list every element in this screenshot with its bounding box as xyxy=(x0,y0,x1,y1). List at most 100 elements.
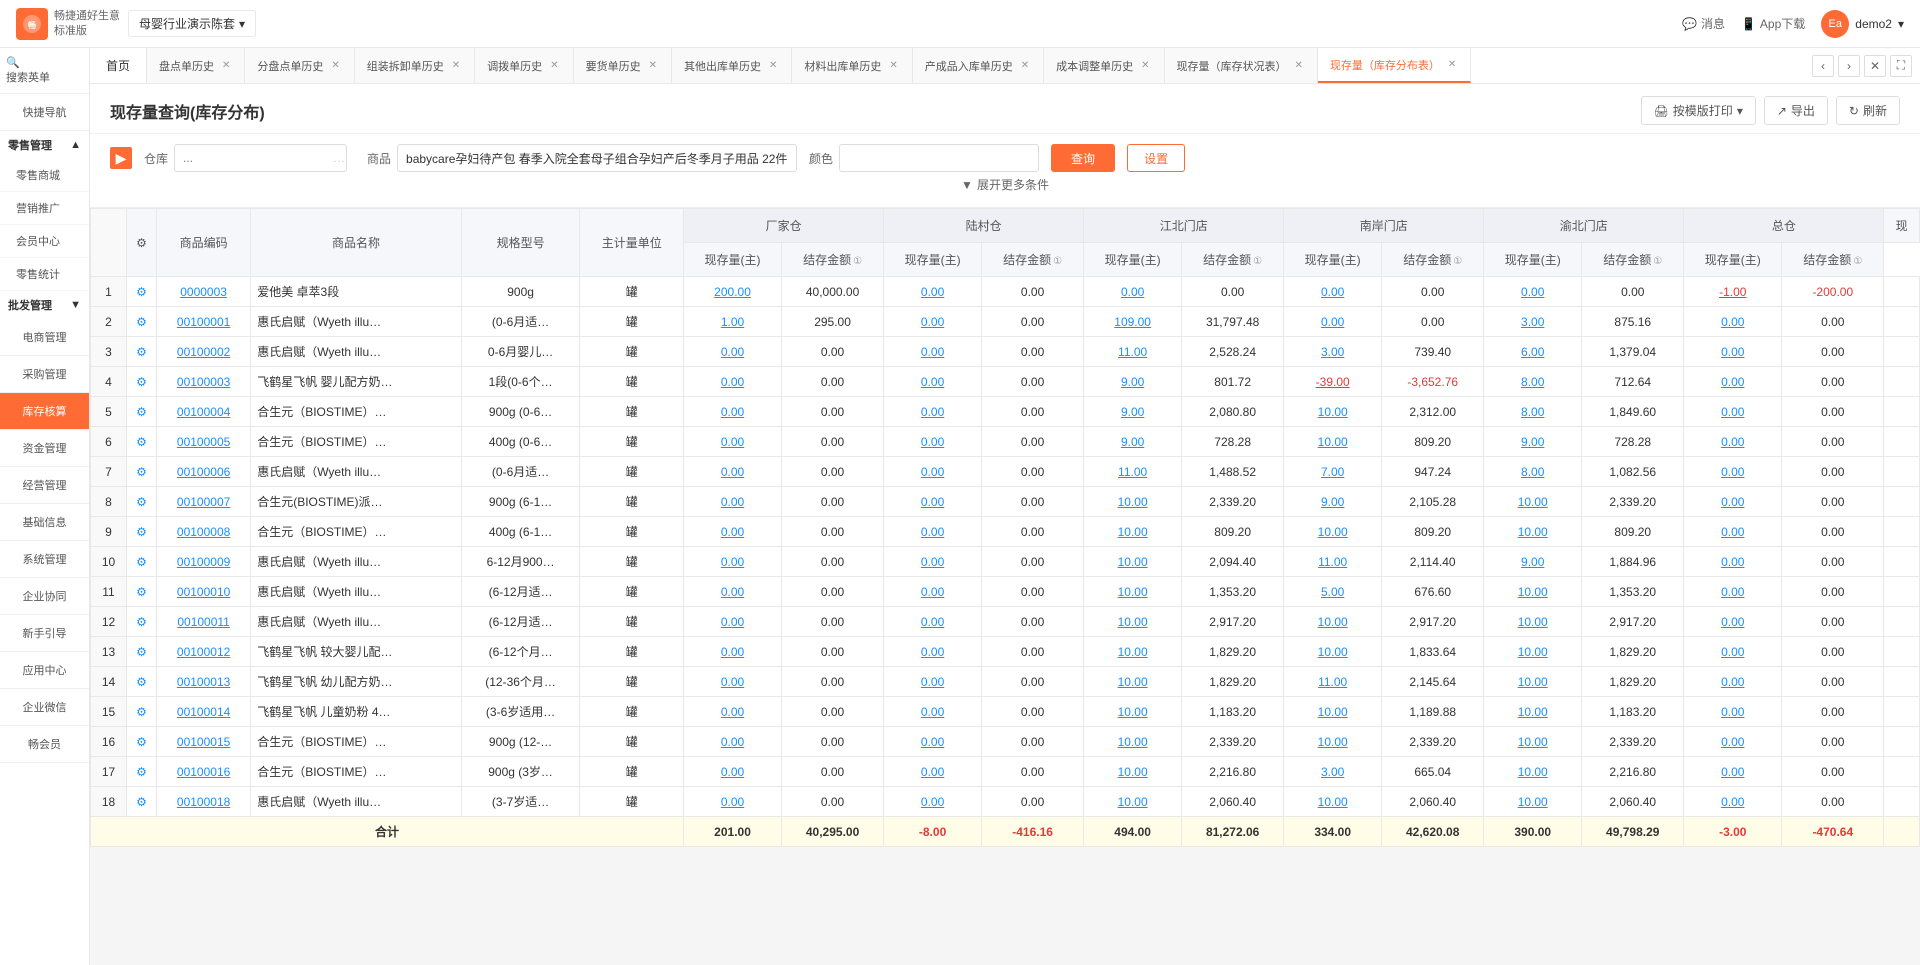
row-jiangbei-qty[interactable]: 9.00 xyxy=(1084,397,1182,427)
close-tab-调拨[interactable]: ✕ xyxy=(548,59,560,72)
row-yubei-qty[interactable]: 10.00 xyxy=(1484,787,1582,817)
close-tab-现存量状况[interactable]: ✕ xyxy=(1293,59,1305,72)
row-gear[interactable]: ⚙ xyxy=(127,637,157,667)
tab-inventory-count[interactable]: 盘点单历史 ✕ xyxy=(147,48,245,83)
close-tab-其他出库[interactable]: ✕ xyxy=(767,59,779,72)
tab-close-current[interactable]: ✕ xyxy=(1864,55,1886,77)
row-yubei-qty[interactable]: 10.00 xyxy=(1484,487,1582,517)
row-jiangbei-qty[interactable]: 11.00 xyxy=(1084,457,1182,487)
row-gear[interactable]: ⚙ xyxy=(127,397,157,427)
expand-filter-button[interactable]: ▶ xyxy=(110,147,132,169)
row-nanan-qty[interactable]: 5.00 xyxy=(1284,577,1382,607)
industry-dropdown[interactable]: 母婴行业演示陈套 ▾ xyxy=(128,10,256,37)
row-changjiace-qty[interactable]: 0.00 xyxy=(684,607,782,637)
row-code[interactable]: 00100018 xyxy=(157,787,251,817)
row-lucun-qty[interactable]: 0.00 xyxy=(884,637,982,667)
row-gear[interactable]: ⚙ xyxy=(127,607,157,637)
row-gear[interactable]: ⚙ xyxy=(127,577,157,607)
sidebar-item-operations[interactable]: 经营管理 xyxy=(0,467,89,504)
row-yubei-qty[interactable]: 10.00 xyxy=(1484,607,1582,637)
row-lucun-qty[interactable]: 0.00 xyxy=(884,277,982,307)
close-tab-材料出库[interactable]: ✕ xyxy=(887,59,899,72)
row-code[interactable]: 00100005 xyxy=(157,427,251,457)
row-gear[interactable]: ⚙ xyxy=(127,457,157,487)
row-yubei-qty[interactable]: 6.00 xyxy=(1484,337,1582,367)
row-changjiace-qty[interactable]: 1.00 xyxy=(684,307,782,337)
sidebar-item-search[interactable]: 🔍 搜索英单 xyxy=(0,48,89,94)
row-code[interactable]: 00100013 xyxy=(157,667,251,697)
row-code[interactable]: 0000003 xyxy=(157,277,251,307)
row-changjiace-qty[interactable]: 0.00 xyxy=(684,337,782,367)
row-yubei-qty[interactable]: 10.00 xyxy=(1484,757,1582,787)
row-nanan-qty[interactable]: 7.00 xyxy=(1284,457,1382,487)
sidebar-item-purchase[interactable]: 采购管理 xyxy=(0,356,89,393)
tab-现存量分布[interactable]: 现存量（库存分布表） ✕ xyxy=(1318,48,1471,83)
row-changjiace-qty[interactable]: 200.00 xyxy=(684,277,782,307)
row-jiangbei-qty[interactable]: 10.00 xyxy=(1084,607,1182,637)
row-lucun-qty[interactable]: 0.00 xyxy=(884,547,982,577)
tab-现存量状况[interactable]: 现存量（库存状况表） ✕ xyxy=(1165,48,1318,83)
row-yubei-qty[interactable]: 10.00 xyxy=(1484,667,1582,697)
row-changjiace-qty[interactable]: 0.00 xyxy=(684,787,782,817)
row-jiangbei-qty[interactable]: 10.00 xyxy=(1084,547,1182,577)
row-nanan-qty[interactable]: 11.00 xyxy=(1284,667,1382,697)
tab-fullscreen[interactable]: ⛶ xyxy=(1890,55,1912,77)
row-code[interactable]: 00100015 xyxy=(157,727,251,757)
row-lucun-qty[interactable]: 0.00 xyxy=(884,367,982,397)
row-nanan-qty[interactable]: -39.00 xyxy=(1284,367,1382,397)
row-gear[interactable]: ⚙ xyxy=(127,487,157,517)
close-tab-组装拆卸[interactable]: ✕ xyxy=(450,59,462,72)
row-changjiace-qty[interactable]: 0.00 xyxy=(684,517,782,547)
row-changjiace-qty[interactable]: 0.00 xyxy=(684,487,782,517)
row-total-qty[interactable]: 0.00 xyxy=(1684,337,1782,367)
sidebar-item-wechat[interactable]: 企业微信 xyxy=(0,689,89,726)
row-gear[interactable]: ⚙ xyxy=(127,427,157,457)
row-yubei-qty[interactable]: 10.00 xyxy=(1484,637,1582,667)
row-lucun-qty[interactable]: 0.00 xyxy=(884,607,982,637)
row-changjiace-qty[interactable]: 0.00 xyxy=(684,577,782,607)
sidebar-item-members[interactable]: 畅会员 xyxy=(0,726,89,763)
row-changjiace-qty[interactable]: 0.00 xyxy=(684,367,782,397)
row-yubei-qty[interactable]: 10.00 xyxy=(1484,727,1582,757)
row-code[interactable]: 00100006 xyxy=(157,457,251,487)
row-lucun-qty[interactable]: 0.00 xyxy=(884,727,982,757)
row-total-qty[interactable]: 0.00 xyxy=(1684,727,1782,757)
row-code[interactable]: 00100008 xyxy=(157,517,251,547)
sidebar-item-retail-mgmt[interactable]: 零售管理▲ xyxy=(0,131,89,159)
row-code[interactable]: 00100007 xyxy=(157,487,251,517)
row-yubei-qty[interactable]: 10.00 xyxy=(1484,517,1582,547)
app-download-button[interactable]: 📱 App下载 xyxy=(1741,15,1805,32)
row-lucun-qty[interactable]: 0.00 xyxy=(884,427,982,457)
row-nanan-qty[interactable]: 11.00 xyxy=(1284,547,1382,577)
tab-材料出库[interactable]: 材料出库单历史 ✕ xyxy=(792,48,912,83)
tab-产成品入库[interactable]: 产成品入库单历史 ✕ xyxy=(913,48,1044,83)
row-nanan-qty[interactable]: 10.00 xyxy=(1284,427,1382,457)
row-jiangbei-qty[interactable]: 10.00 xyxy=(1084,487,1182,517)
tab-调拨[interactable]: 调拨单历史 ✕ xyxy=(475,48,573,83)
row-lucun-qty[interactable]: 0.00 xyxy=(884,337,982,367)
row-lucun-qty[interactable]: 0.00 xyxy=(884,787,982,817)
row-nanan-qty[interactable]: 10.00 xyxy=(1284,517,1382,547)
warehouse-input[interactable] xyxy=(174,144,347,172)
query-button[interactable]: 查询 xyxy=(1051,144,1115,172)
close-tab-要货[interactable]: ✕ xyxy=(647,59,659,72)
tab-分盘点[interactable]: 分盘点单历史 ✕ xyxy=(245,48,354,83)
row-lucun-qty[interactable]: 0.00 xyxy=(884,307,982,337)
row-gear[interactable]: ⚙ xyxy=(127,667,157,697)
row-jiangbei-qty[interactable]: 10.00 xyxy=(1084,637,1182,667)
sidebar-item-system[interactable]: 系统管理 xyxy=(0,541,89,578)
row-lucun-qty[interactable]: 0.00 xyxy=(884,397,982,427)
row-changjiace-qty[interactable]: 0.00 xyxy=(684,457,782,487)
row-total-qty[interactable]: 0.00 xyxy=(1684,307,1782,337)
close-tab-分盘点[interactable]: ✕ xyxy=(329,59,341,72)
row-yubei-qty[interactable]: 8.00 xyxy=(1484,367,1582,397)
row-total-qty[interactable]: 0.00 xyxy=(1684,547,1782,577)
row-yubei-qty[interactable]: 9.00 xyxy=(1484,427,1582,457)
row-nanan-qty[interactable]: 9.00 xyxy=(1284,487,1382,517)
row-jiangbei-qty[interactable]: 10.00 xyxy=(1084,667,1182,697)
row-total-qty[interactable]: 0.00 xyxy=(1684,637,1782,667)
row-total-qty[interactable]: 0.00 xyxy=(1684,457,1782,487)
row-yubei-qty[interactable]: 9.00 xyxy=(1484,547,1582,577)
message-button[interactable]: 💬 消息 xyxy=(1682,15,1725,32)
tab-成本调整[interactable]: 成本调整单历史 ✕ xyxy=(1044,48,1164,83)
